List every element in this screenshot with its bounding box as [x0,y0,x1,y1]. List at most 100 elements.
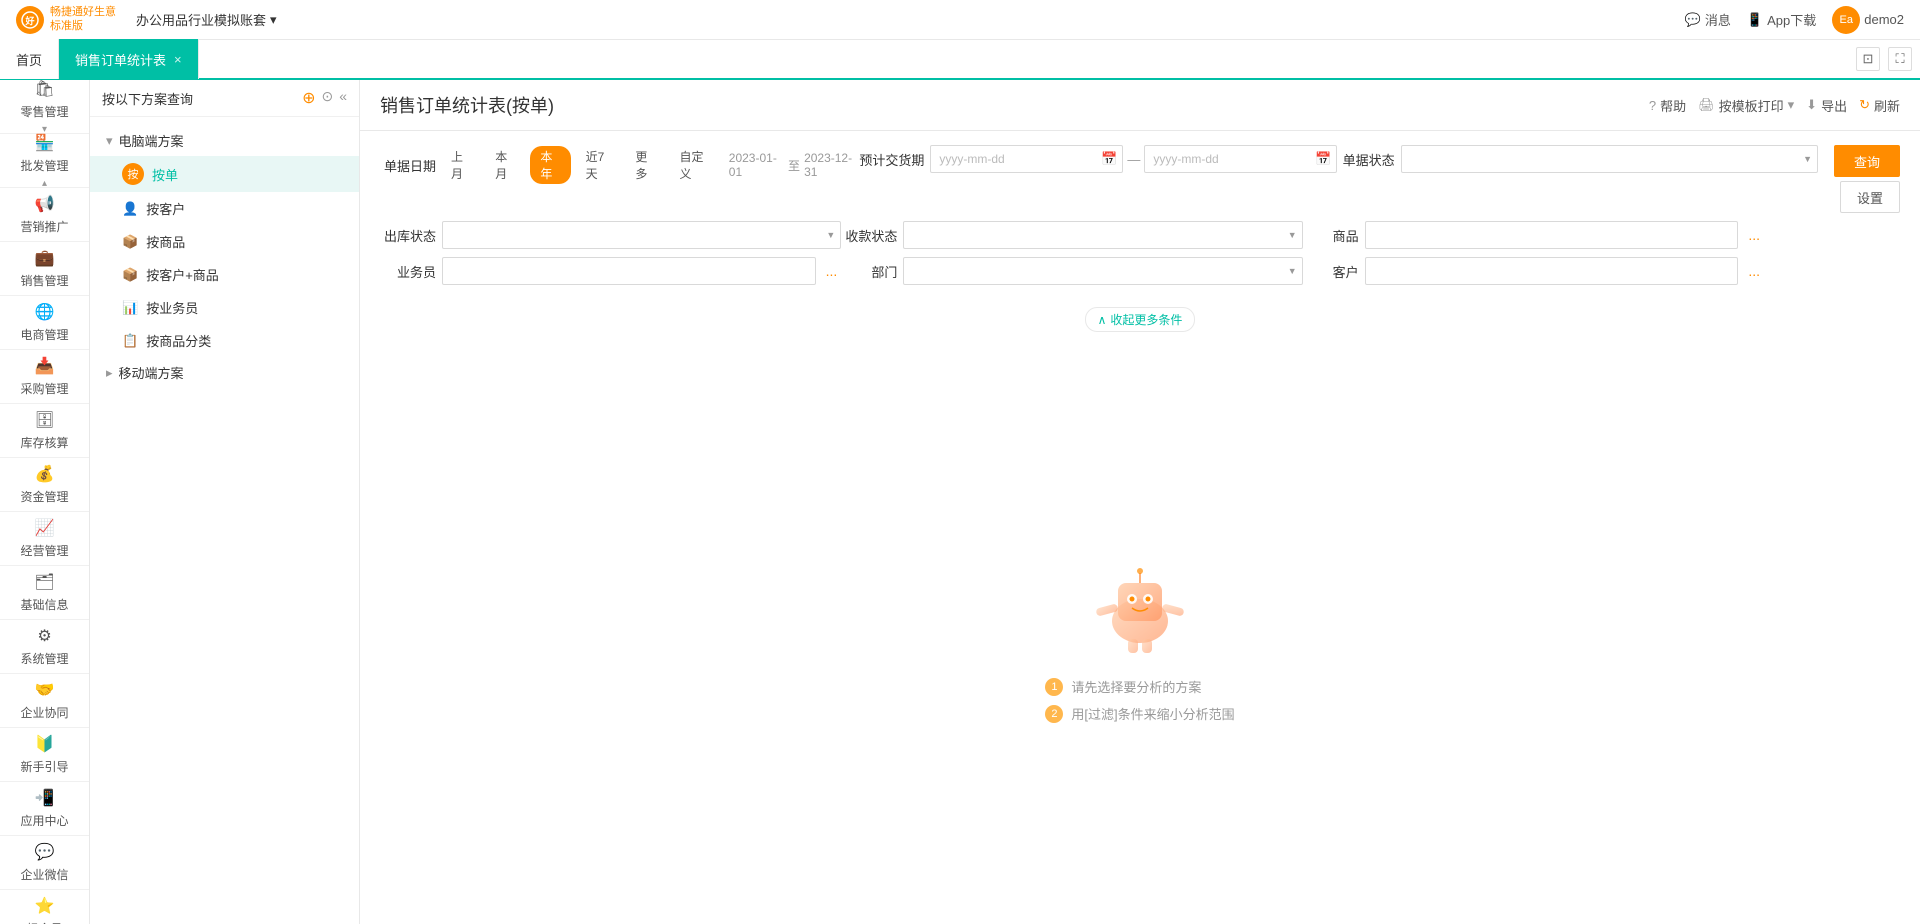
search-btn[interactable]: 查询 [1834,145,1900,177]
scheme-add-btn[interactable]: ⊕ [302,88,315,108]
app-name: 办公用品行业模拟账套 [136,10,266,29]
customer-goods-icon: 📦 [122,267,138,283]
tab-restore-btn[interactable]: ⊡ [1856,47,1880,71]
print-dropdown-icon: ▾ [1788,97,1795,113]
scheme-item-by-customer[interactable]: 👤 按客户 [90,192,359,225]
scheme-settings-btn[interactable]: ⊙ [321,88,333,108]
salesperson-more-btn[interactable]: ... [822,263,842,279]
empty-tip-1-text: 请先选择要分析的方案 [1071,677,1201,696]
sidebar-item-operation[interactable]: 📈 经营管理 [0,512,89,566]
sidebar-item-basic[interactable]: 🗂 基础信息 [0,566,89,620]
sidebar-apps-label: 应用中心 [20,812,68,829]
sidebar-item-member[interactable]: ⭐ 畅会员 [0,890,89,924]
bill-status-label: 单据状态 [1339,150,1395,169]
refresh-btn[interactable]: ↻ 刷新 [1859,96,1900,115]
expected-date-start-input[interactable] [930,145,1123,173]
scheme-item-by-order[interactable]: 按 按单 [90,156,359,192]
main-area: 销售订单统计表(按单) ? 帮助 🖨 按模板打印 ▾ ⬇ 导出 [360,80,1920,924]
collapse-label: 收起更多条件 [1110,311,1182,328]
scheme-item-by-customer-goods[interactable]: 📦 按客户+商品 [90,258,359,291]
filter-row-1: 单据日期 上月 本月 本年 近7天 更多 自定义 2023-01-01 至 [360,131,1920,213]
scheme-item-by-goods[interactable]: 📦 按商品 [90,225,359,258]
tab-sales-order-label: 销售订单统计表 [75,50,166,69]
sidebar-item-marketing[interactable]: 📢 营销推广 [0,188,89,242]
date-more-btn[interactable]: 更多 [626,145,664,185]
tab-sales-order[interactable]: 销售订单统计表 × [59,39,199,79]
sidebar-sales-label: 销售管理 [20,272,68,289]
tab-bar-actions: ⊡ ⛶ [1856,47,1920,71]
date-7days-btn[interactable]: 近7天 [577,145,621,185]
payment-status-select[interactable] [903,221,1302,249]
export-btn[interactable]: ⬇ 导出 [1806,96,1847,115]
goods-input[interactable] [1365,221,1739,249]
sidebar-item-system[interactable]: ⚙ 系统管理 [0,620,89,674]
tab-expand-btn[interactable]: ⛶ [1888,47,1912,71]
sidebar-wechat-label: 企业微信 [20,866,68,883]
active-badge: 按 [122,163,144,185]
date-prev-month-btn[interactable]: 上月 [442,145,480,185]
goods-label: 商品 [1303,226,1359,245]
main-layout: 🛍 零售管理 ▾ 🏪 批发管理 ▴ 📢 营销推广 💼 销售管理 🌐 电商管理 📥… [0,80,1920,924]
empty-illustration [1080,541,1200,661]
sidebar-item-purchase[interactable]: 📥 采购管理 [0,350,89,404]
sidebar-item-wechat[interactable]: 💬 企业微信 [0,836,89,890]
customer-more-btn[interactable]: ... [1744,263,1764,279]
filter-row-2: 出库状态 收款状态 [360,213,1920,249]
salesperson-input[interactable] [442,257,816,285]
user-area[interactable]: Ea demo2 [1832,6,1904,34]
scheme-group-desktop-header[interactable]: ▾ 电脑端方案 [90,125,359,156]
ecommerce-icon: 🌐 [35,302,55,322]
print-btn[interactable]: 🖨 按模板打印 ▾ [1698,96,1794,115]
app-selector[interactable]: 办公用品行业模拟账套 ▾ [136,10,277,29]
date-custom-btn[interactable]: 自定义 [671,145,719,185]
scheme-item-label-3: 按客户+商品 [146,265,219,284]
sidebar-item-sales[interactable]: 💼 销售管理 [0,242,89,296]
sidebar-item-guide[interactable]: 🔰 新手引导 [0,728,89,782]
scheme-item-by-salesperson[interactable]: 📊 按业务员 [90,291,359,324]
wholesale-icon: 🏪 [35,133,55,153]
sidebar-enterprise-label: 企业协同 [20,704,68,721]
scheme-header: 按以下方案查询 ⊕ ⊙ « [90,80,359,117]
chevron-down-icon: ▾ [270,12,277,28]
marketing-icon: 📢 [35,194,55,214]
message-btn[interactable]: 💬 消息 [1685,10,1731,29]
sidebar-item-apps[interactable]: 📲 应用中心 [0,782,89,836]
refresh-icon: ↻ [1859,97,1870,113]
basic-icon: 🗂 [34,572,54,592]
sidebar-item-finance[interactable]: 💰 资金管理 [0,458,89,512]
customer-label: 客户 [1303,262,1359,281]
scheme-panel: 按以下方案查询 ⊕ ⊙ « ▾ 电脑端方案 按 按单 [90,80,360,924]
tab-close-btn[interactable]: × [174,52,182,67]
sidebar-item-enterprise[interactable]: 🤝 企业协同 [0,674,89,728]
payment-status-select-wrapper [903,221,1302,249]
date-this-year-btn[interactable]: 本年 [530,146,570,184]
app-download-btn[interactable]: 📱 App下载 [1747,10,1816,29]
scheme-item-by-category[interactable]: 📋 按商品分类 [90,324,359,357]
department-select[interactable] [903,257,1302,285]
date-this-month-btn[interactable]: 本月 [486,145,524,185]
sidebar-item-retail[interactable]: 🛍 零售管理 ▾ [0,80,89,134]
settings-btn[interactable]: 设置 [1840,181,1900,213]
purchase-icon: 📥 [35,356,55,376]
tab-home[interactable]: 首页 [0,39,59,79]
goods-more-btn[interactable]: ... [1744,227,1764,243]
page-header: 销售订单统计表(按单) ? 帮助 🖨 按模板打印 ▾ ⬇ 导出 [360,80,1920,131]
sidebar-item-ecommerce[interactable]: 🌐 电商管理 [0,296,89,350]
sidebar-item-inventory[interactable]: 🗄 库存核算 [0,404,89,458]
expected-date-end-input[interactable] [1144,145,1337,173]
inventory-icon: 🗄 [34,410,54,430]
help-btn[interactable]: ? 帮助 [1649,96,1686,115]
sidebar-item-wholesale[interactable]: 🏪 批发管理 ▴ [0,134,89,188]
download-icon: 📱 [1747,12,1763,28]
logo-icon: 好 [16,6,44,34]
bill-status-select[interactable] [1401,145,1818,173]
expand-icon: ⛶ [1895,51,1904,67]
collapse-btn[interactable]: ∧ 收起更多条件 [1085,307,1196,332]
scheme-group-desktop: ▾ 电脑端方案 按 按单 👤 按客户 📦 按商品 [90,125,359,357]
scheme-group-mobile-header[interactable]: ▸ 移动端方案 [90,357,359,388]
scheme-collapse-btn[interactable]: « [339,88,347,108]
customer-input[interactable] [1365,257,1739,285]
goods-icon: 📦 [122,234,138,250]
guide-icon: 🔰 [35,734,55,754]
ship-status-select[interactable] [442,221,841,249]
